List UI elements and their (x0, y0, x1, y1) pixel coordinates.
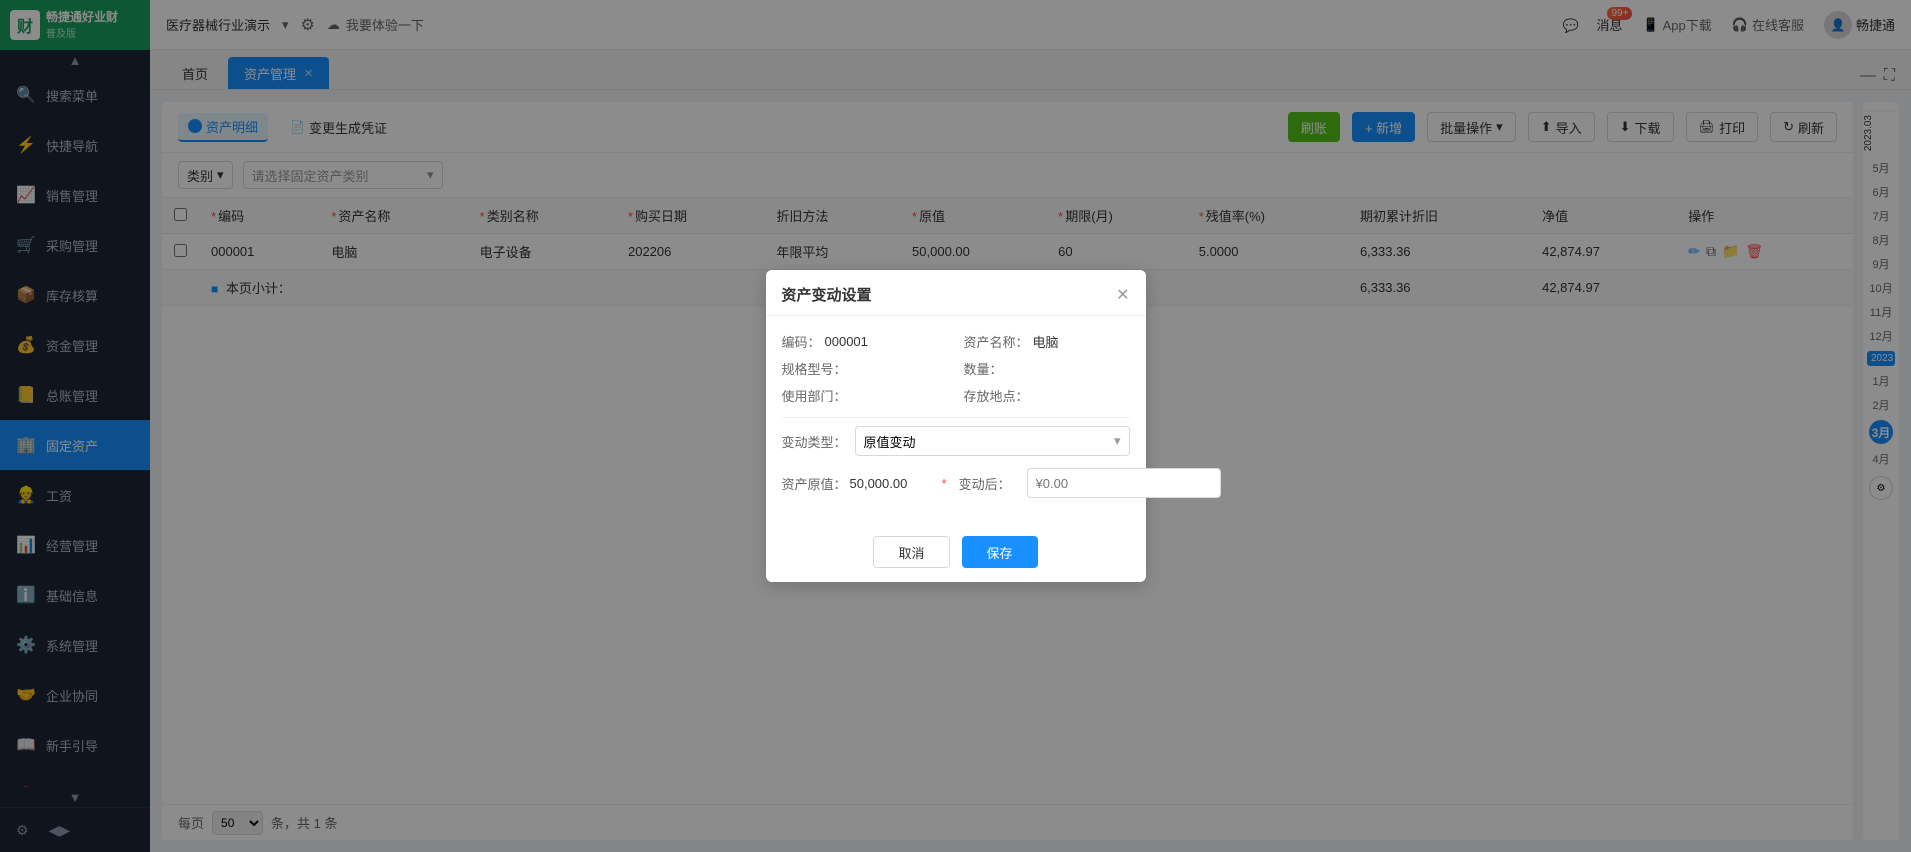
cancel-button[interactable]: 取消 (873, 536, 949, 568)
modal-change-type-select[interactable]: 原值变动 ▾ (855, 426, 1130, 456)
modal-header: 资产变动设置 ✕ (766, 270, 1146, 316)
modal-body: 编码： 000001 资产名称： 电脑 规格型号： 数量： 使用部门： (766, 316, 1146, 526)
modal-value-row: 资产原值： 50,000.00 * 变动后： (782, 468, 1130, 498)
modal-location-label: 存放地点： (964, 386, 1029, 405)
modal-after-input[interactable] (1027, 468, 1221, 498)
modal-close-icon[interactable]: ✕ (1116, 285, 1129, 305)
modal-change-type-row: 变动类型： 原值变动 ▾ (782, 426, 1130, 456)
modal-name-value: 电脑 (1033, 332, 1059, 351)
modal-code-value: 000001 (825, 334, 868, 349)
modal-quantity-item: 数量： (964, 359, 1130, 378)
modal-department-item: 使用部门： (782, 386, 948, 405)
modal-original-value: 50,000.00 (850, 476, 930, 491)
modal-name-label: 资产名称： (964, 332, 1029, 351)
change-type-value: 原值变动 (864, 432, 916, 451)
modal-department-label: 使用部门： (782, 386, 847, 405)
modal-after-label: 变动后： (959, 474, 1019, 493)
asset-change-modal: 资产变动设置 ✕ 编码： 000001 资产名称： 电脑 规格型号： 数量： (766, 270, 1146, 582)
save-button[interactable]: 保存 (962, 536, 1038, 568)
modal-divider (782, 417, 1130, 418)
modal-info-grid: 编码： 000001 资产名称： 电脑 规格型号： 数量： 使用部门： (782, 332, 1130, 405)
modal-quantity-label: 数量： (964, 359, 1003, 378)
modal-change-type-label: 变动类型： (782, 432, 847, 451)
required-marker: * (942, 476, 947, 491)
modal-location-item: 存放地点： (964, 386, 1130, 405)
modal-spec-item: 规格型号： (782, 359, 948, 378)
modal-code-item: 编码： 000001 (782, 332, 948, 351)
modal-code-label: 编码： (782, 332, 821, 351)
modal-spec-label: 规格型号： (782, 359, 847, 378)
modal-overlay: 资产变动设置 ✕ 编码： 000001 资产名称： 电脑 规格型号： 数量： (0, 0, 1911, 852)
change-type-dropdown-icon: ▾ (1114, 433, 1121, 449)
modal-title: 资产变动设置 (782, 284, 872, 305)
modal-footer: 取消 保存 (766, 526, 1146, 582)
modal-original-value-label: 资产原值： (782, 474, 842, 493)
modal-name-item: 资产名称： 电脑 (964, 332, 1130, 351)
